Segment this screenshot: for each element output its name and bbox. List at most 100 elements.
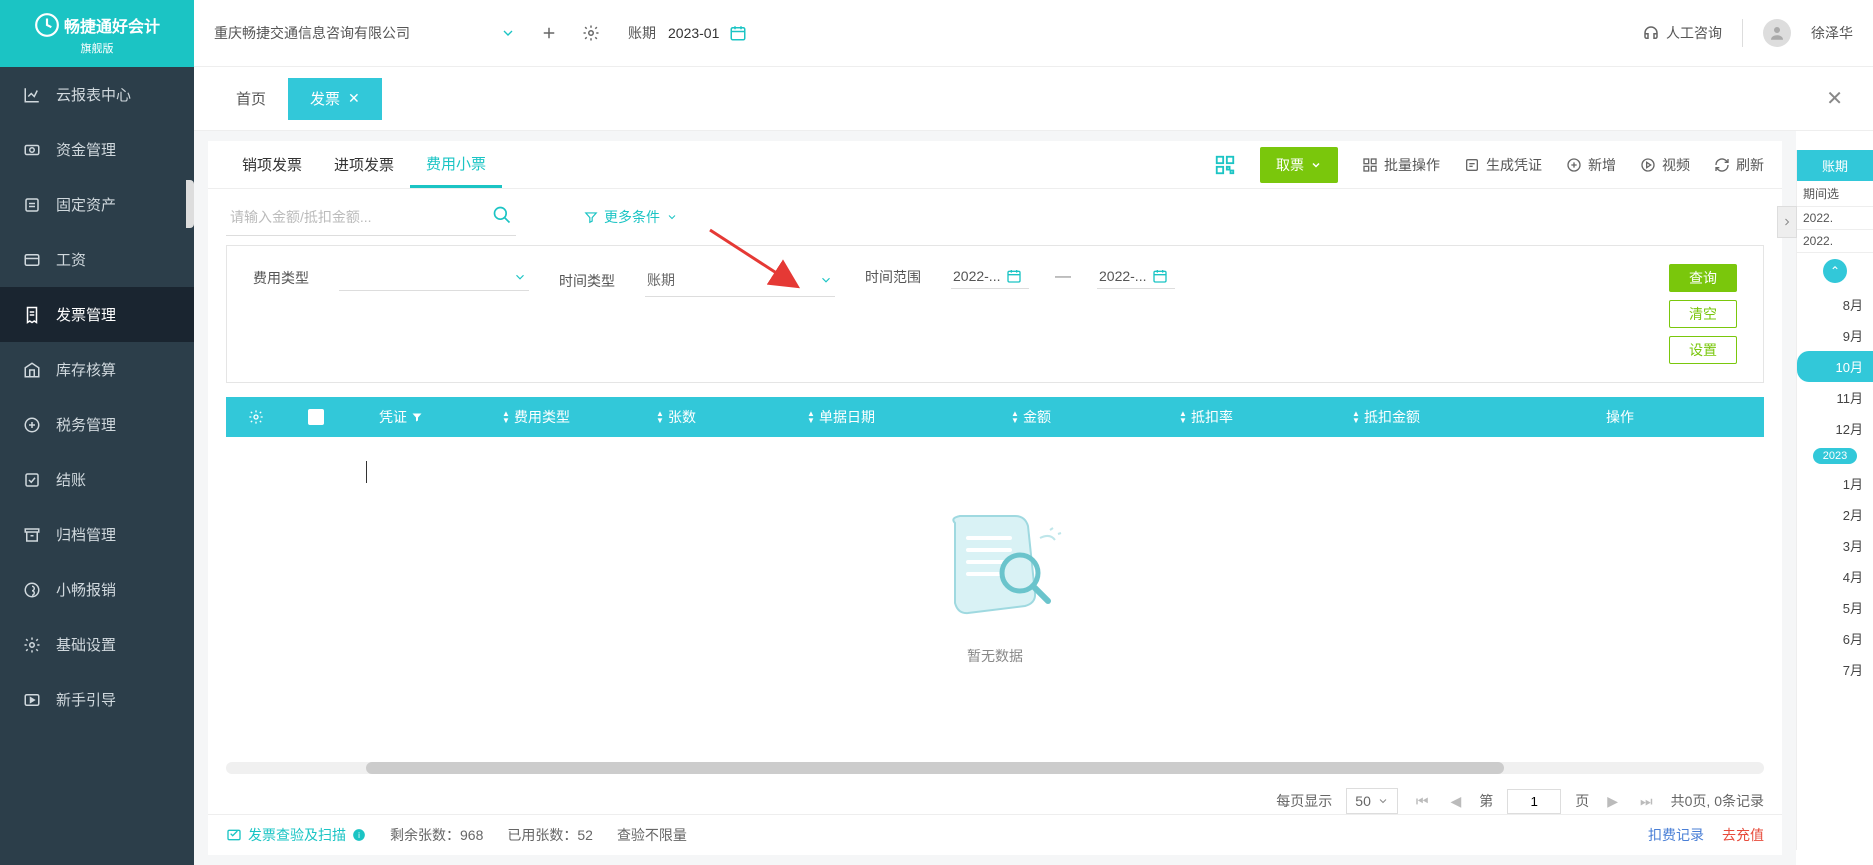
date-from-input[interactable]: 2022-...	[951, 264, 1029, 289]
column-settings-button[interactable]	[226, 397, 286, 437]
date-to-input[interactable]: 2022-...	[1097, 264, 1175, 289]
sidebar-item-assets[interactable]: 固定资产	[0, 177, 194, 232]
th-amount[interactable]: ▲▼ 金额	[946, 397, 1116, 437]
archive-icon	[22, 525, 42, 545]
page-next-button[interactable]: ▶	[1603, 793, 1622, 810]
filter-expense-type: 费用类型	[253, 264, 529, 291]
batch-icon	[1362, 157, 1378, 173]
period-scroll-top[interactable]: ⌃	[1823, 259, 1847, 283]
play-circle-icon	[1640, 157, 1656, 173]
search-input[interactable]	[226, 199, 516, 236]
sidebar-item-tax[interactable]: 税务管理	[0, 397, 194, 452]
help-button[interactable]: 人工咨询	[1642, 23, 1722, 43]
tabs-bar: 首页 发票 ✕ ✕	[194, 67, 1873, 131]
per-page-select[interactable]: 50	[1346, 788, 1398, 814]
company-settings-button[interactable]	[582, 24, 600, 42]
th-rate[interactable]: ▲▼ 抵扣率	[1116, 397, 1296, 437]
time-type-select[interactable]: 账期	[645, 264, 835, 297]
table: 凭证 ▲▼ 费用类型 ▲▼ 张数 ▲▼ 单据日期 ▲▼ 金额	[226, 397, 1764, 762]
subtab-purchase-invoice[interactable]: 进项发票	[318, 142, 410, 188]
page-prev-button[interactable]: ◀	[1446, 793, 1465, 810]
period-month[interactable]: 3月	[1797, 530, 1873, 561]
footer-title: 发票查验及扫描 i	[226, 825, 366, 845]
sidebar-item-salary[interactable]: 工资	[0, 232, 194, 287]
period-calendar-button[interactable]	[729, 24, 747, 42]
tabs-close-button[interactable]: ✕	[1816, 82, 1853, 115]
qrcode-button[interactable]	[1214, 154, 1236, 176]
period-month[interactable]: 11月	[1797, 382, 1873, 413]
logo-title: 畅捷通好会计	[64, 13, 160, 37]
search-icon[interactable]	[492, 205, 512, 225]
user-avatar[interactable]	[1763, 19, 1791, 47]
scrollbar-thumb[interactable]	[366, 762, 1504, 774]
sidebar-item-guide[interactable]: 新手引导	[0, 672, 194, 727]
period-month[interactable]: 4月	[1797, 561, 1873, 592]
tab-home[interactable]: 首页	[214, 78, 288, 120]
horizontal-scrollbar[interactable]	[226, 762, 1764, 774]
th-date[interactable]: ▲▼ 单据日期	[736, 397, 946, 437]
more-conditions-button[interactable]: 更多条件	[584, 207, 678, 227]
sidebar-item-invoice[interactable]: 发票管理	[0, 287, 194, 342]
th-expense-type[interactable]: ▲▼ 费用类型	[456, 397, 616, 437]
sidebar-item-reimb[interactable]: 小畅报销	[0, 562, 194, 617]
sidebar-item-funds[interactable]: 资金管理	[0, 122, 194, 177]
th-deduct-amount[interactable]: ▲▼ 抵扣金额	[1296, 397, 1476, 437]
tab-close-icon[interactable]: ✕	[348, 90, 360, 107]
logo: 畅捷通好会计 旗舰版	[0, 0, 194, 67]
calendar-icon	[1006, 268, 1022, 284]
deduct-log-link[interactable]: 扣费记录	[1648, 825, 1704, 845]
footer-bar: 发票查验及扫描 i 剩余张数：968 已用张数：52 查验不限量 扣费记录 去充…	[208, 814, 1782, 855]
filter-settings-button[interactable]: 设置	[1669, 336, 1737, 364]
period-month[interactable]: 7月	[1797, 654, 1873, 685]
user-name[interactable]: 徐泽华	[1811, 23, 1853, 43]
gen-voucher-button[interactable]: 生成凭证	[1464, 155, 1542, 175]
sidebar-item-label: 云报表中心	[56, 84, 131, 105]
period-month[interactable]: 9月	[1797, 320, 1873, 351]
video-button[interactable]: 视频	[1640, 155, 1690, 175]
company-name: 重庆畅捷交通信息咨询有限公司	[214, 23, 410, 43]
page-first-button[interactable]: ⏮	[1412, 793, 1433, 810]
period-month[interactable]: 5月	[1797, 592, 1873, 623]
period-month[interactable]: 12月	[1797, 413, 1873, 444]
info-icon[interactable]: i	[352, 828, 366, 842]
sidebar-item-reports[interactable]: 云报表中心	[0, 67, 194, 122]
th-count[interactable]: ▲▼ 张数	[616, 397, 736, 437]
sidebar-collapse-handle[interactable]	[186, 180, 194, 228]
query-button[interactable]: 查询	[1669, 264, 1737, 292]
period-month[interactable]: 1月	[1797, 468, 1873, 499]
add-company-button[interactable]	[540, 24, 558, 42]
page-input[interactable]	[1507, 789, 1561, 814]
th-operation: 操作	[1476, 397, 1764, 437]
period-month[interactable]: 2月	[1797, 499, 1873, 530]
period-month[interactable]: 10月	[1797, 351, 1873, 382]
period-panel-toggle[interactable]	[1777, 206, 1797, 238]
period-month[interactable]: 6月	[1797, 623, 1873, 654]
subtab-expense-receipt[interactable]: 费用小票	[410, 142, 502, 188]
tab-invoice[interactable]: 发票 ✕	[288, 78, 382, 120]
period-panel: 账期 期间选 2022. 2022. ⌃ 8月 9月 10月 11月 12月 2…	[1796, 150, 1873, 850]
calendar-icon	[1152, 268, 1168, 284]
separator	[1742, 19, 1743, 47]
subtab-sales-invoice[interactable]: 销项发票	[226, 142, 318, 188]
page-last-button[interactable]: ⏭	[1636, 793, 1657, 810]
clear-button[interactable]: 清空	[1669, 300, 1737, 328]
select-all-checkbox[interactable]	[286, 397, 346, 437]
period-month[interactable]: 8月	[1797, 289, 1873, 320]
sidebar-item-closing[interactable]: 结账	[0, 452, 194, 507]
expense-type-select[interactable]	[339, 264, 529, 291]
remain-label: 剩余张数：968	[390, 825, 483, 845]
recharge-link[interactable]: 去充值	[1722, 825, 1764, 845]
sort-icon: ▲▼	[1011, 410, 1019, 424]
th-voucher[interactable]: 凭证	[346, 397, 456, 437]
company-selector[interactable]: 重庆畅捷交通信息咨询有限公司	[214, 23, 516, 43]
period-panel-range-from[interactable]: 2022.	[1797, 207, 1873, 230]
sidebar-item-archive[interactable]: 归档管理	[0, 507, 194, 562]
add-button[interactable]: 新增	[1566, 155, 1616, 175]
batch-button[interactable]: 批量操作	[1362, 155, 1440, 175]
fetch-invoice-button[interactable]: 取票	[1260, 147, 1338, 183]
plus-circle-icon	[1566, 157, 1582, 173]
sidebar-item-stock[interactable]: 库存核算	[0, 342, 194, 397]
period-panel-range-to[interactable]: 2022.	[1797, 230, 1873, 253]
refresh-button[interactable]: 刷新	[1714, 155, 1764, 175]
sidebar-item-settings[interactable]: 基础设置	[0, 617, 194, 672]
